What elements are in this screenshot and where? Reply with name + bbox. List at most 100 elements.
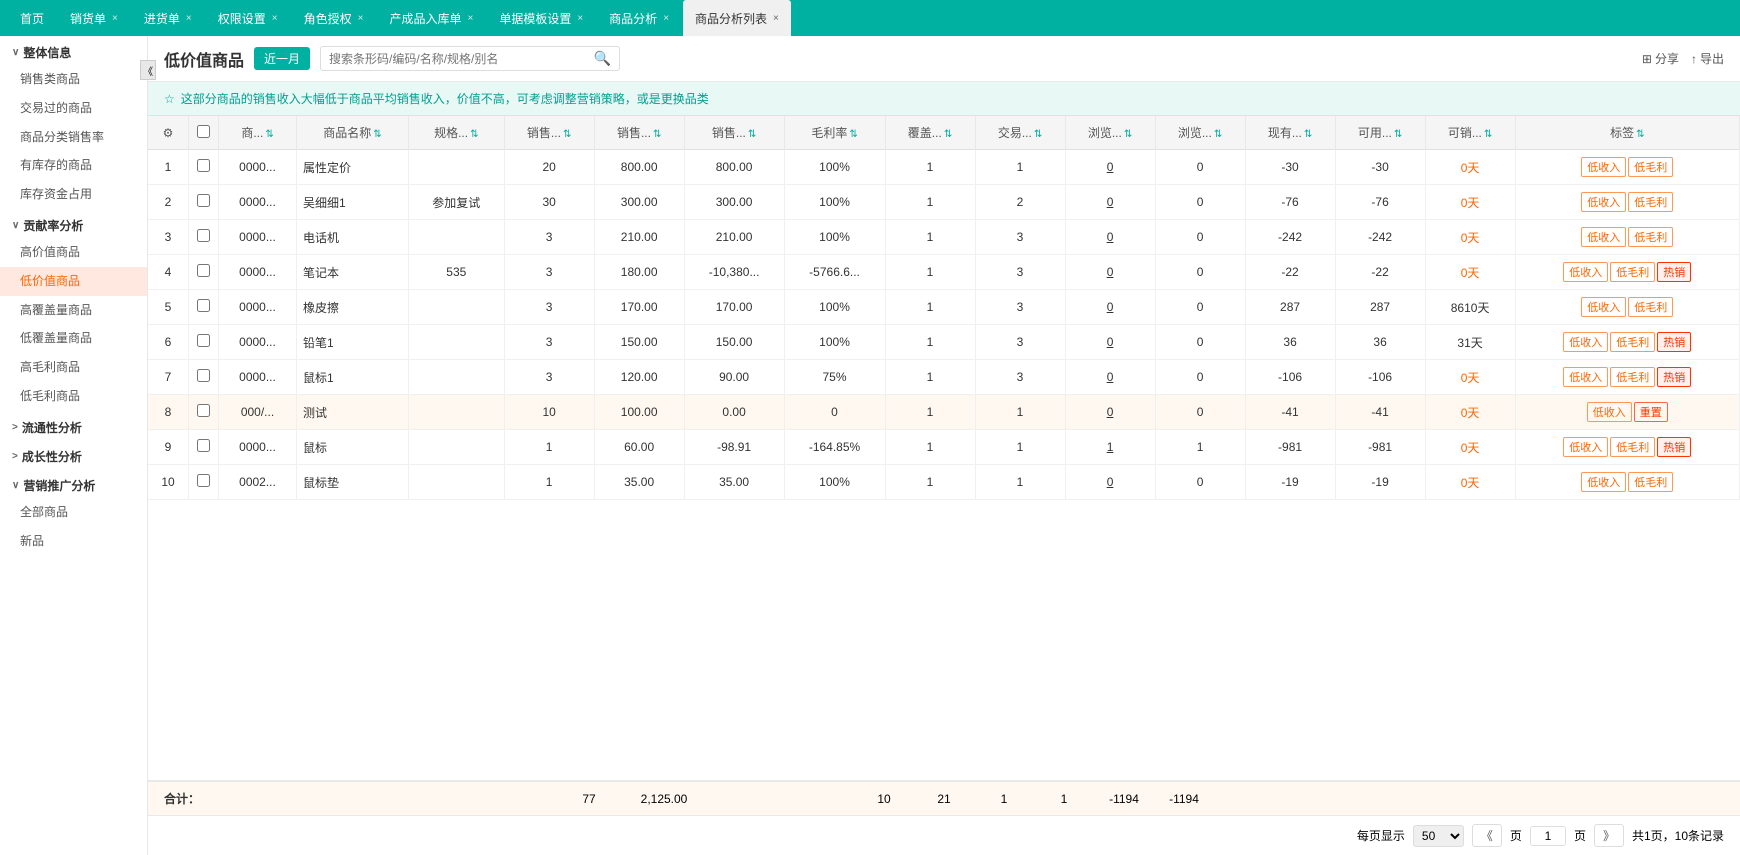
col-views1[interactable]: 浏览...⇅ [1065,116,1155,150]
col-tags[interactable]: 标签⇅ [1515,116,1739,150]
row-views1[interactable]: 0 [1065,465,1155,500]
nav-item-product-entry[interactable]: 产成品入库单 × [377,0,485,36]
nav-item-purchase[interactable]: 进货单 × [132,0,204,36]
row-checkbox[interactable] [197,369,210,382]
row-checkbox[interactable] [197,299,210,312]
row-checkbox[interactable] [197,334,210,347]
row-checkbox[interactable] [197,194,210,207]
nav-item-product-analysis[interactable]: 商品分析 × [597,0,681,36]
sidebar-item-high-coverage[interactable]: 高覆盖量商品 [0,296,147,325]
per-page-select[interactable]: 50 100 200 [1413,825,1464,847]
col-available[interactable]: 可用...⇅ [1335,116,1425,150]
sidebar-item-low-value[interactable]: 低价值商品 [0,267,147,296]
row-checkbox[interactable] [197,264,210,277]
sidebar-item-all-products[interactable]: 全部商品 [0,498,147,527]
row-views1[interactable]: 0 [1065,290,1155,325]
sidebar-item-stock-products[interactable]: 有库存的商品 [0,151,147,180]
row-checkbox-cell[interactable] [189,150,219,185]
col-views2[interactable]: 浏览...⇅ [1155,116,1245,150]
row-checkbox[interactable] [197,229,210,242]
row-checkbox[interactable] [197,404,210,417]
col-settings[interactable]: ⚙ [148,116,189,150]
select-all-checkbox[interactable] [197,125,210,138]
nav-item-template[interactable]: 单据模板设置 × [487,0,595,36]
row-checkbox[interactable] [197,159,210,172]
row-available: -41 [1335,395,1425,430]
col-current[interactable]: 现有...⇅ [1245,116,1335,150]
col-spec[interactable]: 规格...⇅ [408,116,504,150]
sidebar-item-category-sales-rate[interactable]: 商品分类销售率 [0,123,147,152]
first-page-button[interactable]: 《 [1472,824,1502,847]
row-checkbox-cell[interactable] [189,395,219,430]
row-views1[interactable]: 0 [1065,395,1155,430]
row-views1[interactable]: 0 [1065,360,1155,395]
row-views1[interactable]: 0 [1065,150,1155,185]
nav-item-roles[interactable]: 角色授权 × [292,0,376,36]
search-icon[interactable]: 🔍 [594,50,611,67]
sidebar-group-marketing[interactable]: ∨ 营销推广分析 [0,469,147,498]
sidebar-item-sales-products[interactable]: 销售类商品 [0,65,147,94]
sidebar-item-low-coverage[interactable]: 低覆盖量商品 [0,324,147,353]
row-views1[interactable]: 0 [1065,185,1155,220]
row-checkbox-cell[interactable] [189,290,219,325]
page-number-input[interactable] [1530,826,1566,846]
sidebar-group-contribution[interactable]: ∨ 贡献率分析 [0,209,147,238]
nav-close-analysis-list[interactable]: × [773,13,779,24]
nav-close-template[interactable]: × [577,13,583,24]
row-checkbox-cell[interactable] [189,465,219,500]
filter-button[interactable]: 近一月 [254,47,310,70]
sidebar-group-growth[interactable]: > 成长性分析 [0,440,147,469]
col-sales3[interactable]: 销售...⇅ [684,116,784,150]
row-sales1: 3 [504,325,594,360]
sidebar-item-new-products[interactable]: 新品 [0,527,147,556]
nav-item-home[interactable]: 首页 [8,0,56,36]
nav-close-product-entry[interactable]: × [467,13,473,24]
sidebar-item-low-margin[interactable]: 低毛利商品 [0,382,147,411]
nav-item-analysis-list[interactable]: 商品分析列表 × [683,0,791,36]
sidebar-item-high-margin[interactable]: 高毛利商品 [0,353,147,382]
last-page-button[interactable]: 》 [1594,824,1624,847]
col-name[interactable]: 商品名称⇅ [296,116,408,150]
col-sales1[interactable]: 销售...⇅ [504,116,594,150]
sidebar-group-overall[interactable]: ∨ 整体信息 [0,36,147,65]
row-checkbox-cell[interactable] [189,185,219,220]
nav-close-sales[interactable]: × [112,13,118,24]
nav-item-permissions[interactable]: 权限设置 × [206,0,290,36]
row-views1[interactable]: 1 [1065,430,1155,465]
share-button[interactable]: ⊞ 分享 [1642,50,1679,67]
nav-item-sales[interactable]: 销货单 × [58,0,130,36]
nav-close-purchase[interactable]: × [186,13,192,24]
sidebar-item-high-value[interactable]: 高价值商品 [0,238,147,267]
row-checkbox-cell[interactable] [189,430,219,465]
row-views1[interactable]: 0 [1065,255,1155,290]
sidebar-collapse-button[interactable]: 《 [140,60,156,80]
row-code: 0000... [219,430,297,465]
footer-transactions: 21 [914,792,974,806]
row-days: 0天 [1425,360,1515,395]
search-input[interactable] [329,52,590,66]
nav-close-roles[interactable]: × [358,13,364,24]
col-checkbox[interactable] [189,116,219,150]
row-checkbox[interactable] [197,439,210,452]
sidebar-item-traded-products[interactable]: 交易过的商品 [0,94,147,123]
col-sales2[interactable]: 销售...⇅ [594,116,684,150]
row-code: 0000... [219,290,297,325]
sidebar-item-stock-capital[interactable]: 库存资金占用 [0,180,147,209]
col-coverage[interactable]: 覆盖...⇅ [885,116,975,150]
row-checkbox-cell[interactable] [189,255,219,290]
nav-close-product-analysis[interactable]: × [663,13,669,24]
row-views1[interactable]: 0 [1065,220,1155,255]
row-checkbox-cell[interactable] [189,360,219,395]
row-views1[interactable]: 0 [1065,325,1155,360]
row-coverage: 1 [885,255,975,290]
row-checkbox-cell[interactable] [189,325,219,360]
col-saleable[interactable]: 可销...⇅ [1425,116,1515,150]
export-button[interactable]: ↑ 导出 [1691,50,1724,67]
col-transactions[interactable]: 交易...⇅ [975,116,1065,150]
sidebar-group-circulation[interactable]: > 流通性分析 [0,411,147,440]
row-checkbox[interactable] [197,474,210,487]
row-checkbox-cell[interactable] [189,220,219,255]
nav-close-permissions[interactable]: × [272,13,278,24]
col-code[interactable]: 商...⇅ [219,116,297,150]
col-margin[interactable]: 毛利率⇅ [784,116,885,150]
